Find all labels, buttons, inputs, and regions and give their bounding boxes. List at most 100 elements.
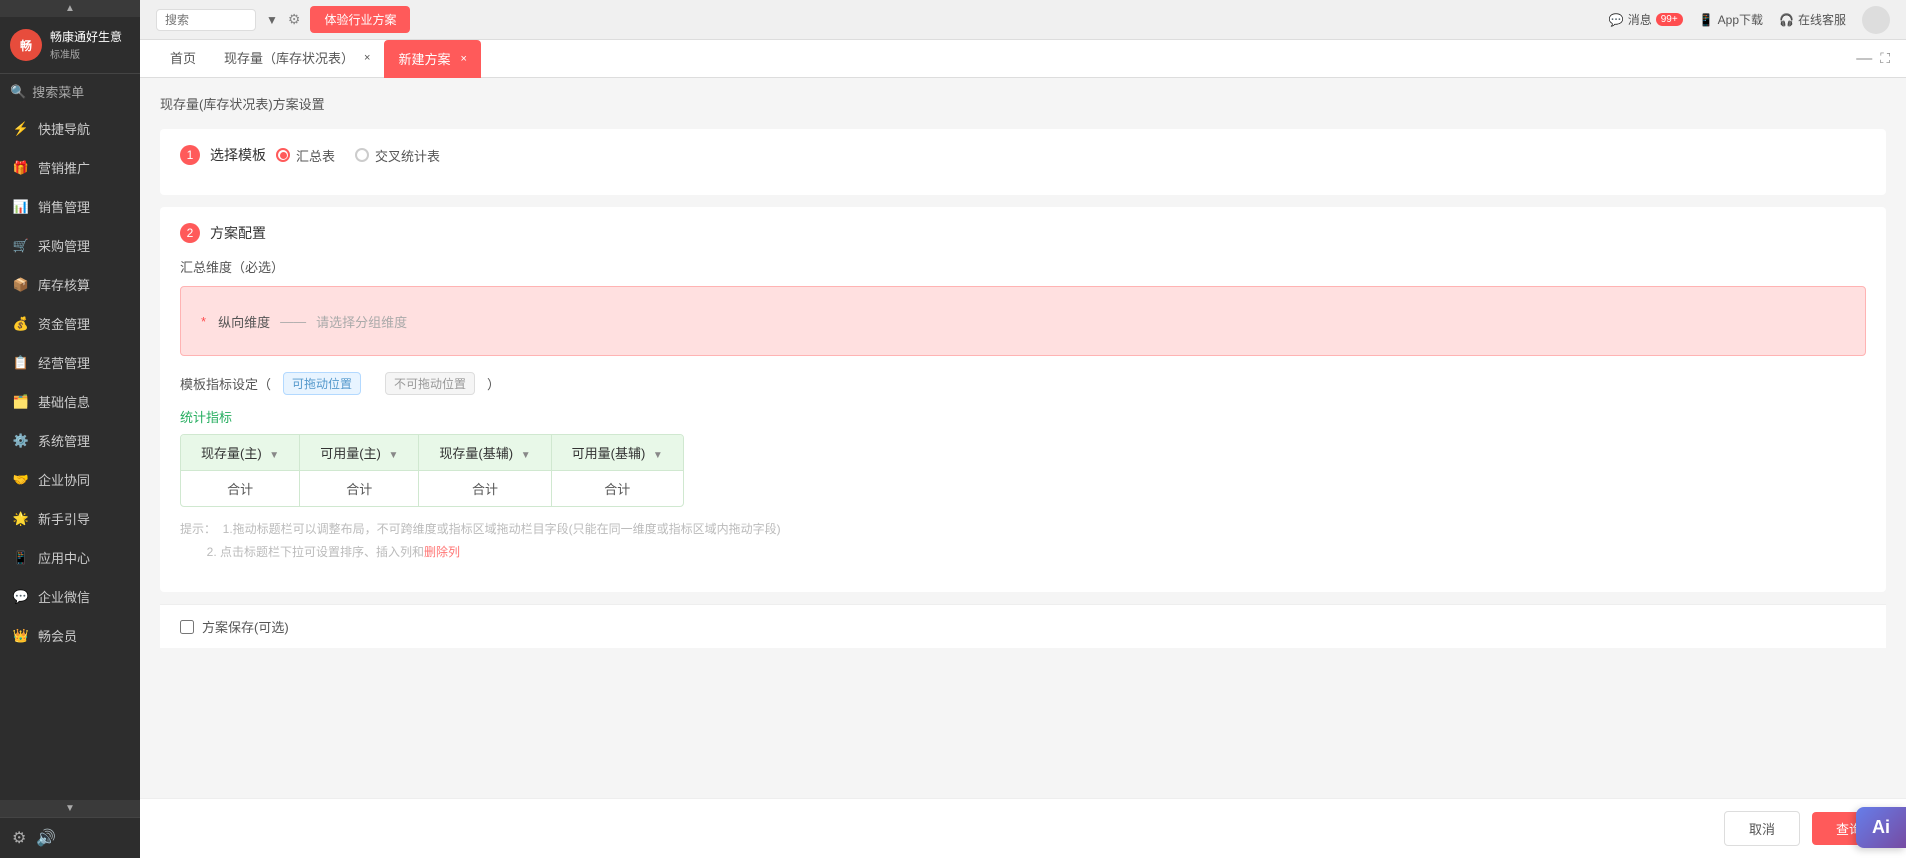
- tab-home-label: 首页: [170, 48, 196, 67]
- vertical-label: 纵向维度: [218, 312, 270, 331]
- membership-icon: 👑: [12, 627, 30, 645]
- sidebar-item-label: 快捷导航: [38, 119, 90, 138]
- main-area: ▼ ⚙ 体验行业方案 💬 消息 99+ 📱 App下载 🎧 在线客服 首页: [140, 0, 1906, 858]
- sidebar-item-label: 营销推广: [38, 158, 90, 177]
- col-header-3[interactable]: 可用量(基辅) ▼: [551, 435, 683, 471]
- save-checkbox[interactable]: [180, 620, 194, 634]
- sidebar-item-label: 新手引导: [38, 509, 90, 528]
- sales-icon: 📊: [12, 198, 30, 216]
- col-header-1[interactable]: 可用量(主) ▼: [300, 435, 419, 471]
- message-icon: 💬: [1609, 13, 1624, 27]
- phone-icon: 📱: [1699, 13, 1714, 27]
- chevron-down-icon-2: ▼: [521, 450, 531, 461]
- sidebar-scroll-up[interactable]: ▲: [0, 0, 140, 17]
- tab-inventory-status-close[interactable]: ×: [364, 52, 370, 64]
- tip-1: 提示： 1.拖动标题栏可以调整布局，不可跨维度或指标区域拖动栏目字段(只能在同一…: [180, 520, 1866, 537]
- sidebar-item-cooperation[interactable]: 🤝 企业协同: [0, 460, 140, 499]
- required-mark: *: [201, 314, 206, 329]
- tab-new-scheme-close[interactable]: ×: [460, 53, 466, 65]
- step1-title: 选择模板: [210, 145, 266, 165]
- marketing-icon: 🎁: [12, 159, 30, 177]
- wechat-biz-icon: 💬: [12, 588, 30, 606]
- sidebar-item-wechat-biz[interactable]: 💬 企业微信: [0, 577, 140, 616]
- topbar-search-input[interactable]: [156, 9, 256, 31]
- tab-home[interactable]: 首页: [156, 40, 210, 78]
- save-label: 方案保存(可选): [202, 617, 289, 636]
- sidebar-item-purchase[interactable]: 🛒 采购管理: [0, 226, 140, 265]
- save-option: 方案保存(可选): [160, 604, 1886, 648]
- topbar-gear-icon[interactable]: ⚙: [288, 11, 301, 28]
- sidebar-item-basic-info[interactable]: 🗂️ 基础信息: [0, 382, 140, 421]
- topbar: ▼ ⚙ 体验行业方案 💬 消息 99+ 📱 App下载 🎧 在线客服: [140, 0, 1906, 40]
- sidebar-item-system[interactable]: ⚙️ 系统管理: [0, 421, 140, 460]
- app-edition: 标准版: [50, 46, 122, 61]
- dimension-area: * 纵向维度 —— 请选择分组维度: [180, 286, 1866, 356]
- sidebar-item-label: 基础信息: [38, 392, 90, 411]
- settings-icon[interactable]: ⚙: [12, 828, 26, 848]
- sidebar-item-operations[interactable]: 📋 经营管理: [0, 343, 140, 382]
- indicator-setting-suffix: ）: [487, 374, 500, 393]
- topbar-left: ▼ ⚙ 体验行业方案: [156, 6, 410, 33]
- cell-0: 合计: [181, 471, 300, 507]
- radio-cross[interactable]: 交叉统计表: [355, 146, 440, 165]
- content-area: 现存量(库存状况表)方案设置 1 选择模板 汇总表 交叉统计表: [140, 78, 1906, 798]
- ai-float-button[interactable]: Ai: [1856, 807, 1906, 848]
- industry-solution-button[interactable]: 体验行业方案: [310, 6, 410, 33]
- window-minimize-icon[interactable]: —: [1856, 50, 1872, 68]
- step1-section: 1 选择模板 汇总表 交叉统计表: [160, 129, 1886, 195]
- stat-table: 现存量(主) ▼ 可用量(主) ▼ 现存量(基辅) ▼: [181, 435, 683, 506]
- topbar-dropdown-icon[interactable]: ▼: [266, 13, 278, 27]
- tips-section: 提示： 1.拖动标题栏可以调整布局，不可跨维度或指标区域拖动栏目字段(只能在同一…: [180, 510, 1866, 576]
- col-header-2[interactable]: 现存量(基辅) ▼: [419, 435, 551, 471]
- sidebar-item-label: 应用中心: [38, 548, 90, 567]
- sidebar-footer: ⚙ 🔊: [0, 817, 140, 858]
- tab-new-scheme[interactable]: 新建方案 ×: [384, 40, 480, 78]
- step2-section: 2 方案配置 汇总维度（必选） * 纵向维度 —— 请选择分组维度 模板指标设定…: [160, 207, 1886, 592]
- tab-inventory-status[interactable]: 现存量（库存状况表） ×: [210, 40, 384, 78]
- operations-icon: 📋: [12, 354, 30, 372]
- online-service-button[interactable]: 🎧 在线客服: [1779, 11, 1846, 28]
- sidebar-item-label: 企业协同: [38, 470, 90, 489]
- sidebar-scroll-down[interactable]: ▼: [0, 800, 140, 817]
- sidebar-item-label: 销售管理: [38, 197, 90, 216]
- sidebar-item-label: 经营管理: [38, 353, 90, 372]
- app-name: 畅康通好生意: [50, 29, 122, 46]
- draggable-badge: 可拖动位置: [283, 372, 361, 395]
- app-name-block: 畅康通好生意 标准版: [50, 29, 122, 61]
- basic-info-icon: 🗂️: [12, 393, 30, 411]
- window-maximize-icon[interactable]: ⛶: [1880, 50, 1890, 67]
- step1-header: 1 选择模板 汇总表 交叉统计表: [180, 145, 1866, 165]
- cooperation-icon: 🤝: [12, 471, 30, 489]
- col-header-0[interactable]: 现存量(主) ▼: [181, 435, 300, 471]
- radio-summary[interactable]: 汇总表: [276, 146, 335, 165]
- sidebar-item-quick-nav[interactable]: ⚡ 快捷导航: [0, 109, 140, 148]
- action-footer: 取消 查询: [140, 798, 1906, 858]
- sidebar-item-finance[interactable]: 💰 资金管理: [0, 304, 140, 343]
- sidebar-item-label: 库存核算: [38, 275, 90, 294]
- sidebar-item-new-guide[interactable]: 🌟 新手引导: [0, 499, 140, 538]
- tip-2: 2. 点击标题栏下拉可设置排序、插入列和删除列: [180, 543, 1866, 560]
- sidebar-search[interactable]: 🔍 搜索菜单: [0, 74, 140, 109]
- cancel-button[interactable]: 取消: [1724, 811, 1800, 846]
- app-center-icon: 📱: [12, 549, 30, 567]
- app-download-button[interactable]: 📱 App下载: [1699, 11, 1763, 28]
- sidebar-item-sales[interactable]: 📊 销售管理: [0, 187, 140, 226]
- app-logo-icon: 畅: [10, 29, 42, 61]
- app-download-label: App下载: [1718, 11, 1763, 28]
- sidebar-item-label: 资金管理: [38, 314, 90, 333]
- finance-icon: 💰: [12, 315, 30, 333]
- dimension-label: 汇总维度（必选）: [180, 257, 1866, 276]
- step2-badge: 2: [180, 223, 200, 243]
- sidebar-item-marketing[interactable]: 🎁 营销推广: [0, 148, 140, 187]
- user-avatar[interactable]: [1862, 6, 1890, 34]
- messages-button[interactable]: 💬 消息 99+: [1609, 11, 1683, 28]
- radio-cross-circle: [355, 148, 369, 162]
- sidebar-item-inventory[interactable]: 📦 库存核算: [0, 265, 140, 304]
- online-service-label: 在线客服: [1798, 11, 1846, 28]
- speaker-icon[interactable]: 🔊: [36, 828, 56, 848]
- search-icon: 🔍: [10, 84, 26, 100]
- sidebar-item-app-center[interactable]: 📱 应用中心: [0, 538, 140, 577]
- sidebar-item-membership[interactable]: 👑 畅会员: [0, 616, 140, 655]
- tab-inventory-status-label: 现存量（库存状况表）: [224, 48, 354, 67]
- indicator-setting: 模板指标设定（ 可拖动位置 不可拖动位置 ）: [180, 372, 1866, 395]
